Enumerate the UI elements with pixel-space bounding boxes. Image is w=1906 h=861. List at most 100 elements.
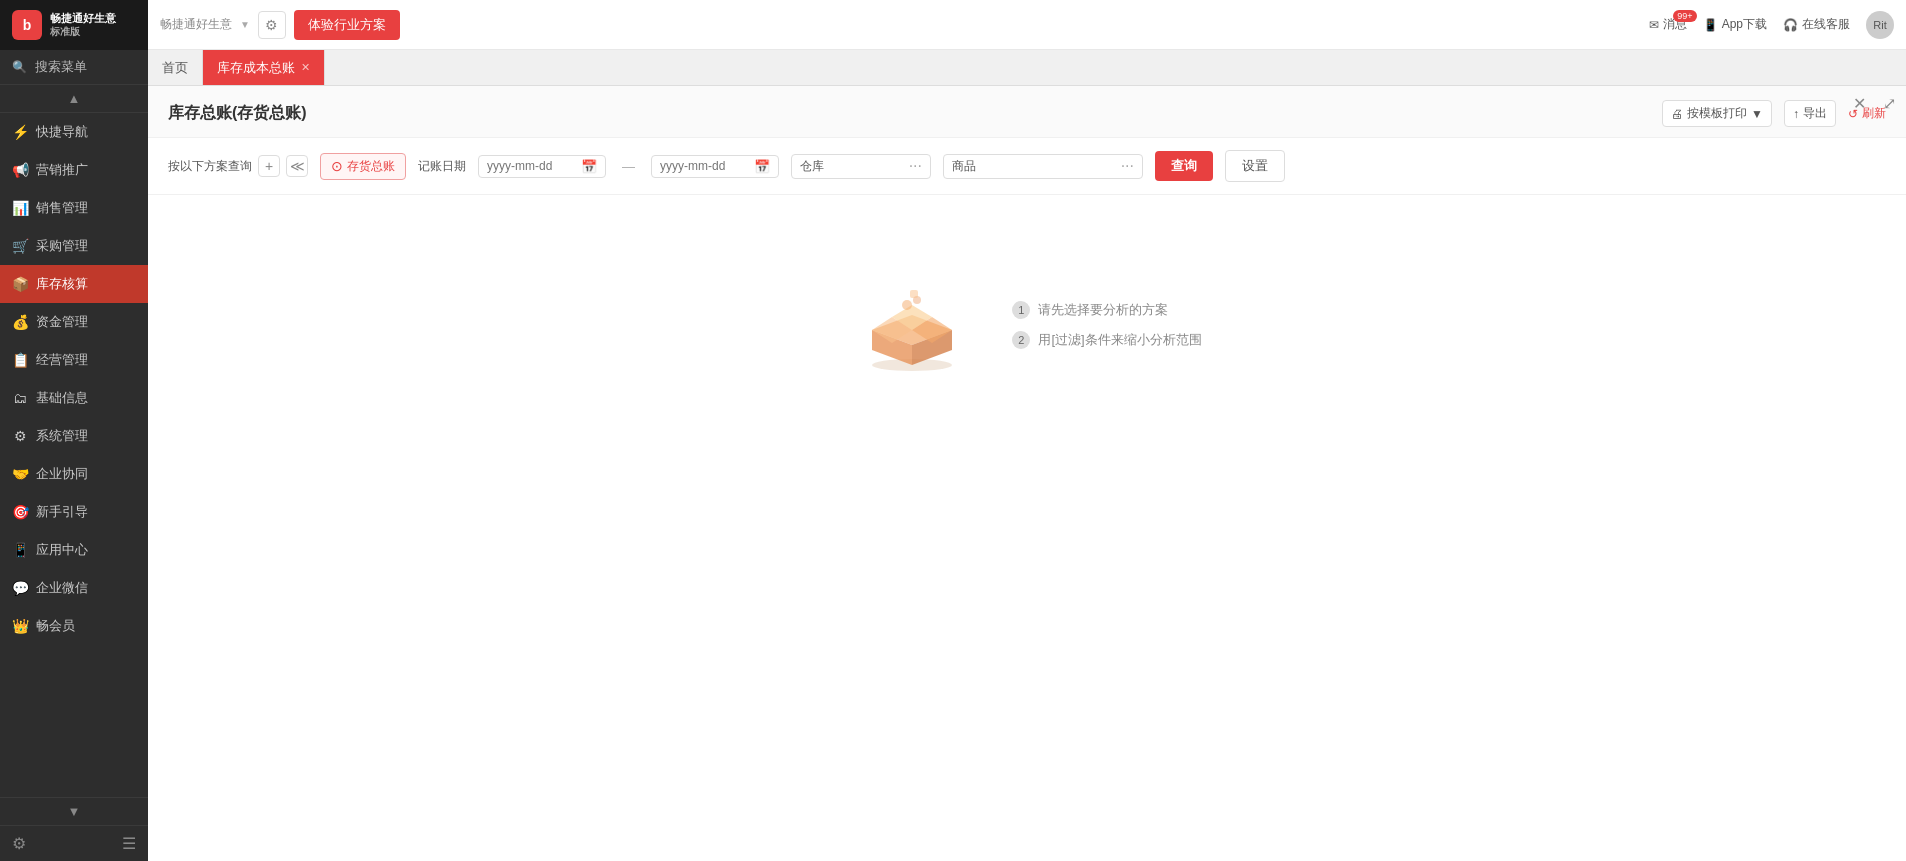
sidebar-item-wechat[interactable]: 💬 企业微信 [0,569,148,607]
settings-filter-btn[interactable]: 设置 [1225,150,1285,182]
empty-box-svg [852,275,972,375]
tab-home[interactable]: 首页 [148,50,203,85]
product-more-icon[interactable]: ··· [1121,158,1134,174]
date-end-input-wrap[interactable]: 📅 [651,155,779,178]
message-icon: ✉ [1649,18,1659,32]
sidebar-nav: ⚡ 快捷导航 📢 营销推广 📊 销售管理 🛒 采购管理 📦 库存核算 💰 资金管… [0,113,148,797]
finance-icon: 💰 [12,314,28,330]
vip-icon: 👑 [12,618,28,634]
warehouse-filter[interactable]: 仓库 ··· [791,154,931,179]
tab-inventory-cost[interactable]: 库存成本总账 ✕ [203,50,325,85]
sidebar-item-finance[interactable]: 💰 资金管理 [0,303,148,341]
date-end-input[interactable] [660,159,750,173]
page-title: 库存总账(存货总账) [168,103,307,124]
sidebar-item-enterprise[interactable]: 🤝 企业协同 [0,455,148,493]
print-dropdown-icon: ▼ [1751,107,1763,121]
date-start-input[interactable] [487,159,577,173]
empty-hint-2: 2 用[过滤]条件来缩小分析范围 [1012,331,1201,349]
sidebar-bottom: ⚙ ☰ [0,825,148,861]
export-btn[interactable]: ↑ 导出 [1784,100,1836,127]
scroll-down-btn[interactable]: ▼ [64,800,85,823]
empty-illustration [852,275,972,375]
filter-collapse-btn[interactable]: ≪ [286,155,308,177]
query-btn[interactable]: 查询 [1155,151,1213,181]
page-content: 库存总账(存货总账) 🖨 按模板打印 ▼ ↑ 导出 ↺ 刷新 ✕ ⤢ [148,86,1906,861]
empty-hints: 1 请先选择要分析的方案 2 用[过滤]条件来缩小分析范围 [1012,301,1201,349]
panel-expand-btn[interactable]: ⤢ [1883,94,1896,113]
filter-scheme-label: 按以下方案查询 [168,158,252,175]
sales-icon: 📊 [12,200,28,216]
app-download-btn[interactable]: 📱 App下载 [1703,16,1767,33]
tabs-bar: 首页 库存成本总账 ✕ [148,50,1906,86]
empty-hint-1: 1 请先选择要分析的方案 [1012,301,1201,319]
filter-area: 按以下方案查询 + ≪ ⊙ 存货总账 记账日期 📅 — [148,138,1906,195]
phone-icon: 📱 [1703,18,1718,32]
warehouse-more-icon[interactable]: ··· [909,158,922,174]
quick-nav-icon: ⚡ [12,124,28,140]
sidebar-item-system[interactable]: ⚙ 系统管理 [0,417,148,455]
user-avatar[interactable]: Rit [1866,11,1894,39]
message-btn[interactable]: ✉ 消息 99+ [1649,16,1687,33]
enterprise-icon: 🤝 [12,466,28,482]
app-center-icon: 📱 [12,542,28,558]
service-icon: 🎧 [1783,18,1798,32]
date-calendar-icon[interactable]: 📅 [581,159,597,174]
inventory-icon: 📦 [12,276,28,292]
breadcrumb-chevron-icon: ▼ [240,19,250,30]
sidebar-item-guide[interactable]: 🎯 新手引导 [0,493,148,531]
hint-num-1: 1 [1012,301,1030,319]
date-start-input-wrap[interactable]: 📅 [478,155,606,178]
settings-bottom-icon[interactable]: ⚙ [12,834,26,853]
search-icon: 🔍 [12,60,27,74]
sidebar-item-purchase[interactable]: 🛒 采购管理 [0,227,148,265]
page-header: 库存总账(存货总账) 🖨 按模板打印 ▼ ↑ 导出 ↺ 刷新 ✕ ⤢ [148,86,1906,138]
sidebar-item-operations[interactable]: 📋 经营管理 [0,341,148,379]
sidebar-item-quick-nav[interactable]: ⚡ 快捷导航 [0,113,148,151]
sidebar-item-marketing[interactable]: 📢 营销推广 [0,151,148,189]
scroll-up-btn[interactable]: ▲ [64,87,85,110]
main-content: 畅捷通好生意 ▼ ⚙ 体验行业方案 ✉ 消息 99+ 📱 App下载 🎧 在线客… [148,0,1906,861]
topbar-left: 畅捷通好生意 ▼ ⚙ 体验行业方案 [160,10,1649,40]
hint-num-2: 2 [1012,331,1030,349]
menu-toggle-icon[interactable]: ☰ [122,834,136,853]
settings-gear-btn[interactable]: ⚙ [258,11,286,39]
basic-info-icon: 🗂 [12,390,28,406]
guide-icon: 🎯 [12,504,28,520]
svg-rect-9 [910,290,918,298]
sidebar-item-app-center[interactable]: 📱 应用中心 [0,531,148,569]
date-end-calendar-icon[interactable]: 📅 [754,159,770,174]
operations-icon: 📋 [12,352,28,368]
print-btn[interactable]: 🖨 按模板打印 ▼ [1662,100,1772,127]
wechat-icon: 💬 [12,580,28,596]
svg-point-7 [902,300,912,310]
date-label: 记账日期 [418,158,466,175]
sidebar-logo: b 畅捷通好生意 标准版 [0,0,148,50]
sidebar-item-sales[interactable]: 📊 销售管理 [0,189,148,227]
sidebar: b 畅捷通好生意 标准版 🔍 搜索菜单 ▲ ⚡ 快捷导航 📢 营销推广 📊 销售… [0,0,148,861]
sidebar-item-vip[interactable]: 👑 畅会员 [0,607,148,645]
sidebar-item-inventory[interactable]: 📦 库存核算 [0,265,148,303]
export-icon: ↑ [1793,107,1799,121]
scheme-icon: ⊙ [331,158,343,174]
industry-btn[interactable]: 体验行业方案 [294,10,400,40]
purchase-icon: 🛒 [12,238,28,254]
online-service-btn[interactable]: 🎧 在线客服 [1783,16,1850,33]
breadcrumb: 畅捷通好生意 [160,16,232,33]
filter-add-btn[interactable]: + [258,155,280,177]
filter-row: 按以下方案查询 + ≪ ⊙ 存货总账 记账日期 📅 — [168,150,1886,182]
empty-state-inner: 1 请先选择要分析的方案 2 用[过滤]条件来缩小分析范围 [852,275,1201,375]
filter-scheme-wrap: 按以下方案查询 + ≪ [168,155,308,177]
date-separator: — [622,159,635,174]
sidebar-item-basic-info[interactable]: 🗂 基础信息 [0,379,148,417]
topbar-right: ✉ 消息 99+ 📱 App下载 🎧 在线客服 Rit [1649,11,1894,39]
system-icon: ⚙ [12,428,28,444]
topbar: 畅捷通好生意 ▼ ⚙ 体验行业方案 ✉ 消息 99+ 📱 App下载 🎧 在线客… [148,0,1906,50]
search-menu-item[interactable]: 🔍 搜索菜单 [0,50,148,85]
empty-state: 1 请先选择要分析的方案 2 用[过滤]条件来缩小分析范围 [148,195,1906,455]
app-logo-icon: b [12,10,42,40]
panel-close-btn[interactable]: ✕ [1853,94,1866,113]
marketing-icon: 📢 [12,162,28,178]
tab-close-icon[interactable]: ✕ [301,61,310,74]
filter-scheme-item[interactable]: ⊙ 存货总账 [320,153,406,180]
product-filter[interactable]: 商品 ··· [943,154,1143,179]
